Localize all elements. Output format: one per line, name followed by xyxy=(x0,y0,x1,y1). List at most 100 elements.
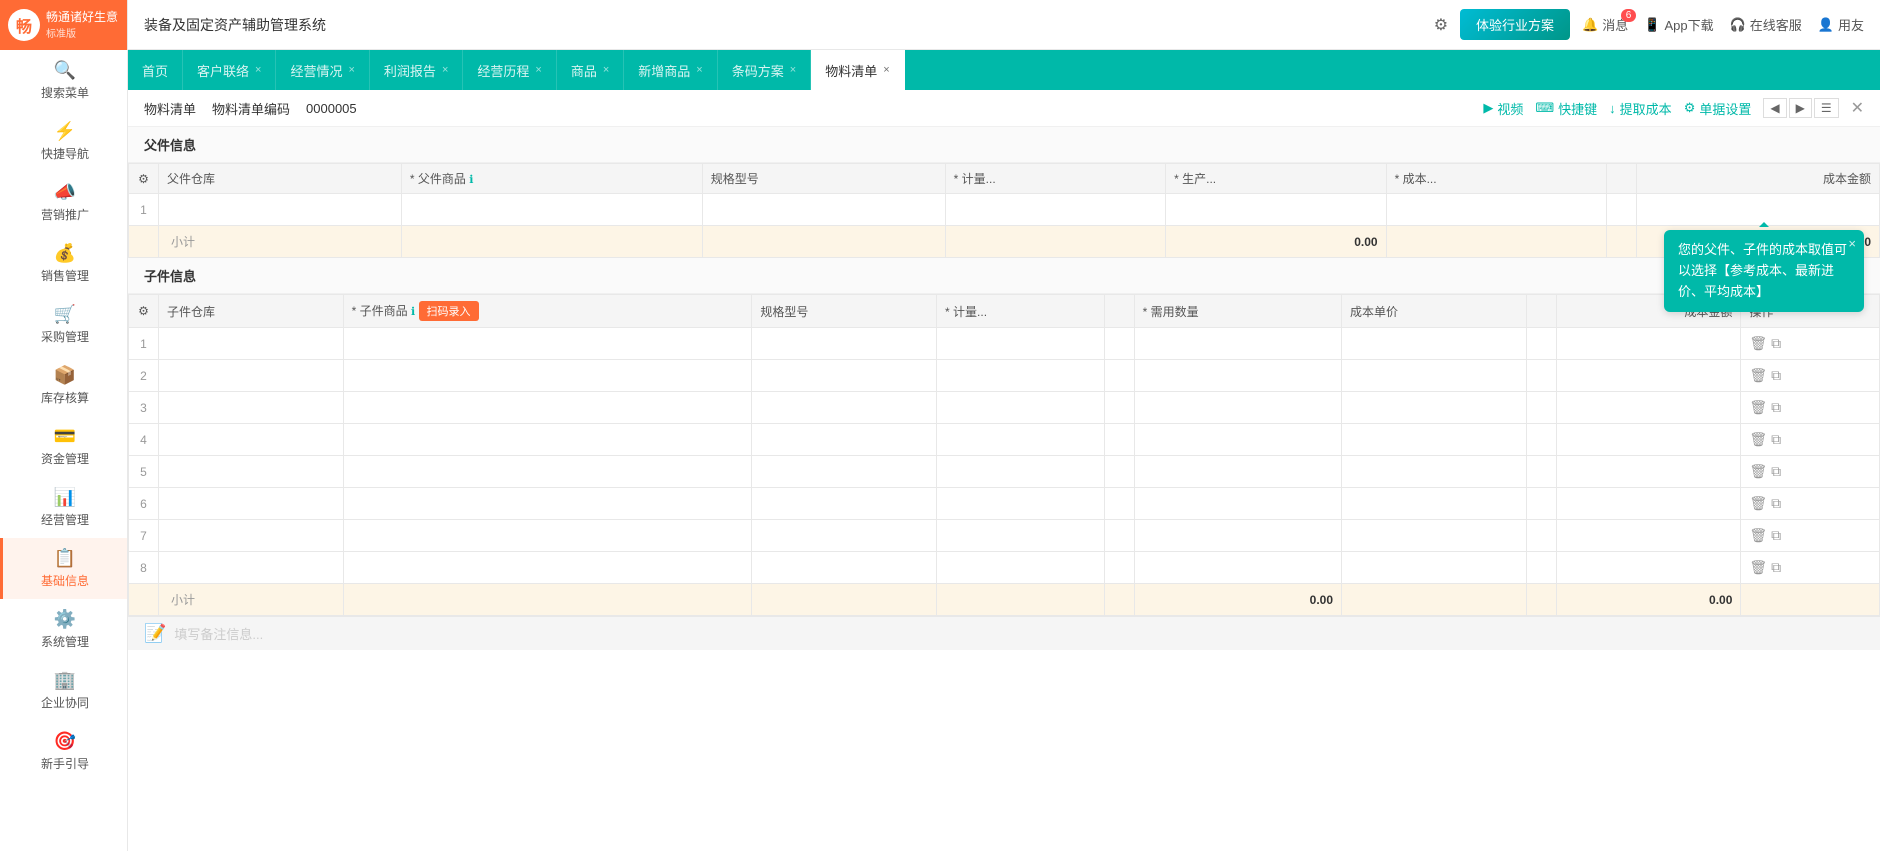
child-product-cell-1[interactable] xyxy=(343,328,752,360)
extract-cost-action[interactable]: ↓ 提取成本 xyxy=(1609,99,1672,118)
child-warehouse-cell-1[interactable] xyxy=(159,328,344,360)
copy-icon-6[interactable]: ⧉ xyxy=(1771,495,1781,512)
copy-icon-4[interactable]: ⧉ xyxy=(1771,431,1781,448)
tab-operation[interactable]: 经营情况 × xyxy=(276,50,369,90)
sidebar-item-basic_info[interactable]: 📋基础信息 xyxy=(0,538,127,599)
message-icon[interactable]: 🔔 消息 6 xyxy=(1582,15,1628,34)
video-action[interactable]: ▶ 视频 xyxy=(1483,99,1523,118)
child-unit-cell-8[interactable] xyxy=(937,552,1105,584)
child-warehouse-cell-3[interactable] xyxy=(159,392,344,424)
child-warehouse-cell-2[interactable] xyxy=(159,360,344,392)
child-unit-cell-6[interactable] xyxy=(937,488,1105,520)
child-warehouse-cell-6[interactable] xyxy=(159,488,344,520)
parent-unit-cell[interactable] xyxy=(945,194,1165,226)
tab-home[interactable]: 首页 xyxy=(128,50,183,90)
child-spec-cell-3[interactable] xyxy=(752,392,937,424)
child-spec-cell-1[interactable] xyxy=(752,328,937,360)
sidebar-item-inventory[interactable]: 📦库存核算 xyxy=(0,355,127,416)
child-warehouse-cell-5[interactable] xyxy=(159,456,344,488)
child-unit-cell-4[interactable] xyxy=(937,424,1105,456)
child-spec-cell-2[interactable] xyxy=(752,360,937,392)
tab-customer[interactable]: 客户联络 × xyxy=(183,50,276,90)
sidebar-item-enterprise[interactable]: 🏢企业协同 xyxy=(0,660,127,721)
delete-icon-8[interactable]: 🗑 xyxy=(1749,559,1767,576)
sidebar-item-quick_nav[interactable]: ⚡快捷导航 xyxy=(0,111,127,172)
child-unit-cell-2[interactable] xyxy=(937,360,1105,392)
child-product-cell-5[interactable] xyxy=(343,456,752,488)
sidebar-item-search[interactable]: 🔍搜索菜单 xyxy=(0,50,127,111)
child-unit-cost-cell-4[interactable] xyxy=(1342,424,1527,456)
copy-icon-3[interactable]: ⧉ xyxy=(1771,399,1781,416)
child-unit-cost-cell-8[interactable] xyxy=(1342,552,1527,584)
child-unit-cost-cell-7[interactable] xyxy=(1342,520,1527,552)
tab-close-customer[interactable]: × xyxy=(255,64,261,76)
parent-warehouse-cell[interactable] xyxy=(159,194,402,226)
child-spec-cell-4[interactable] xyxy=(752,424,937,456)
copy-icon-2[interactable]: ⧉ xyxy=(1771,367,1781,384)
sidebar-item-marketing[interactable]: 📣营销推广 xyxy=(0,172,127,233)
sidebar-item-system[interactable]: ⚙️系统管理 xyxy=(0,599,127,660)
child-warehouse-cell-8[interactable] xyxy=(159,552,344,584)
gear-icon[interactable]: ⚙ xyxy=(1434,15,1448,35)
child-unit-cost-cell-3[interactable] xyxy=(1342,392,1527,424)
tab-close-new_goods[interactable]: × xyxy=(696,64,702,76)
child-product-cell-3[interactable] xyxy=(343,392,752,424)
child-unit-cost-cell-2[interactable] xyxy=(1342,360,1527,392)
sidebar-item-sales[interactable]: 💰销售管理 xyxy=(0,233,127,294)
child-unit-cell-7[interactable] xyxy=(937,520,1105,552)
child-quantity-cell-3[interactable] xyxy=(1134,392,1341,424)
child-quantity-cell-1[interactable] xyxy=(1134,328,1341,360)
child-product-cell-7[interactable] xyxy=(343,520,752,552)
delete-icon-5[interactable]: 🗑 xyxy=(1749,463,1767,480)
parent-production-cell[interactable] xyxy=(1166,194,1386,226)
parent-product-cell[interactable] xyxy=(401,194,702,226)
tooltip-close-button[interactable]: × xyxy=(1848,234,1856,255)
tab-history[interactable]: 经营历程 × xyxy=(463,50,556,90)
delete-icon-3[interactable]: 🗑 xyxy=(1749,399,1767,416)
child-quantity-cell-7[interactable] xyxy=(1134,520,1341,552)
child-warehouse-cell-4[interactable] xyxy=(159,424,344,456)
tab-close-barcode[interactable]: × xyxy=(790,64,796,76)
child-warehouse-cell-7[interactable] xyxy=(159,520,344,552)
child-spec-cell-7[interactable] xyxy=(752,520,937,552)
nav-next-button[interactable]: ▶ xyxy=(1789,98,1812,118)
tab-profit[interactable]: 利润报告 × xyxy=(370,50,463,90)
tab-new_goods[interactable]: 新增商品 × xyxy=(624,50,717,90)
shortcut-action[interactable]: ⌨ 快捷键 xyxy=(1535,99,1597,118)
delete-icon-2[interactable]: 🗑 xyxy=(1749,367,1767,384)
child-spec-cell-6[interactable] xyxy=(752,488,937,520)
child-unit-cost-cell-6[interactable] xyxy=(1342,488,1527,520)
child-unit-cost-cell-1[interactable] xyxy=(1342,328,1527,360)
tab-barcode[interactable]: 条码方案 × xyxy=(718,50,811,90)
tab-close-bom[interactable]: × xyxy=(883,64,889,76)
delete-icon-6[interactable]: 🗑 xyxy=(1749,495,1767,512)
parent-spec-cell[interactable] xyxy=(702,194,945,226)
delete-icon-4[interactable]: 🗑 xyxy=(1749,431,1767,448)
nav-prev-button[interactable]: ◀ xyxy=(1763,98,1786,118)
tab-close-history[interactable]: × xyxy=(535,64,541,76)
copy-icon-8[interactable]: ⧉ xyxy=(1771,559,1781,576)
close-icon[interactable]: ✕ xyxy=(1851,98,1864,118)
tab-close-profit[interactable]: × xyxy=(442,64,448,76)
nav-list-button[interactable]: ☰ xyxy=(1814,98,1839,118)
sidebar-item-guide[interactable]: 🎯新手引导 xyxy=(0,721,127,782)
child-quantity-cell-6[interactable] xyxy=(1134,488,1341,520)
single-setting-action[interactable]: ⚙ 单据设置 xyxy=(1684,99,1752,118)
copy-icon-1[interactable]: ⧉ xyxy=(1771,335,1781,352)
delete-icon-1[interactable]: 🗑 xyxy=(1749,335,1767,352)
breadcrumb-main[interactable]: 物料清单 xyxy=(144,99,196,118)
child-spec-cell-5[interactable] xyxy=(752,456,937,488)
copy-icon-5[interactable]: ⧉ xyxy=(1771,463,1781,480)
user-menu[interactable]: 👤 用友 xyxy=(1818,15,1864,34)
child-unit-cost-cell-5[interactable] xyxy=(1342,456,1527,488)
child-unit-cell-3[interactable] xyxy=(937,392,1105,424)
child-quantity-cell-2[interactable] xyxy=(1134,360,1341,392)
child-unit-cell-1[interactable] xyxy=(937,328,1105,360)
child-spec-cell-8[interactable] xyxy=(752,552,937,584)
parent-cost-cell[interactable] xyxy=(1386,194,1606,226)
online-service[interactable]: 🎧 在线客服 xyxy=(1730,15,1802,34)
tab-goods[interactable]: 商品 × xyxy=(557,50,624,90)
child-product-cell-4[interactable] xyxy=(343,424,752,456)
trial-button[interactable]: 体验行业方案 xyxy=(1460,9,1570,40)
sidebar-item-operations[interactable]: 📊经营管理 xyxy=(0,477,127,538)
